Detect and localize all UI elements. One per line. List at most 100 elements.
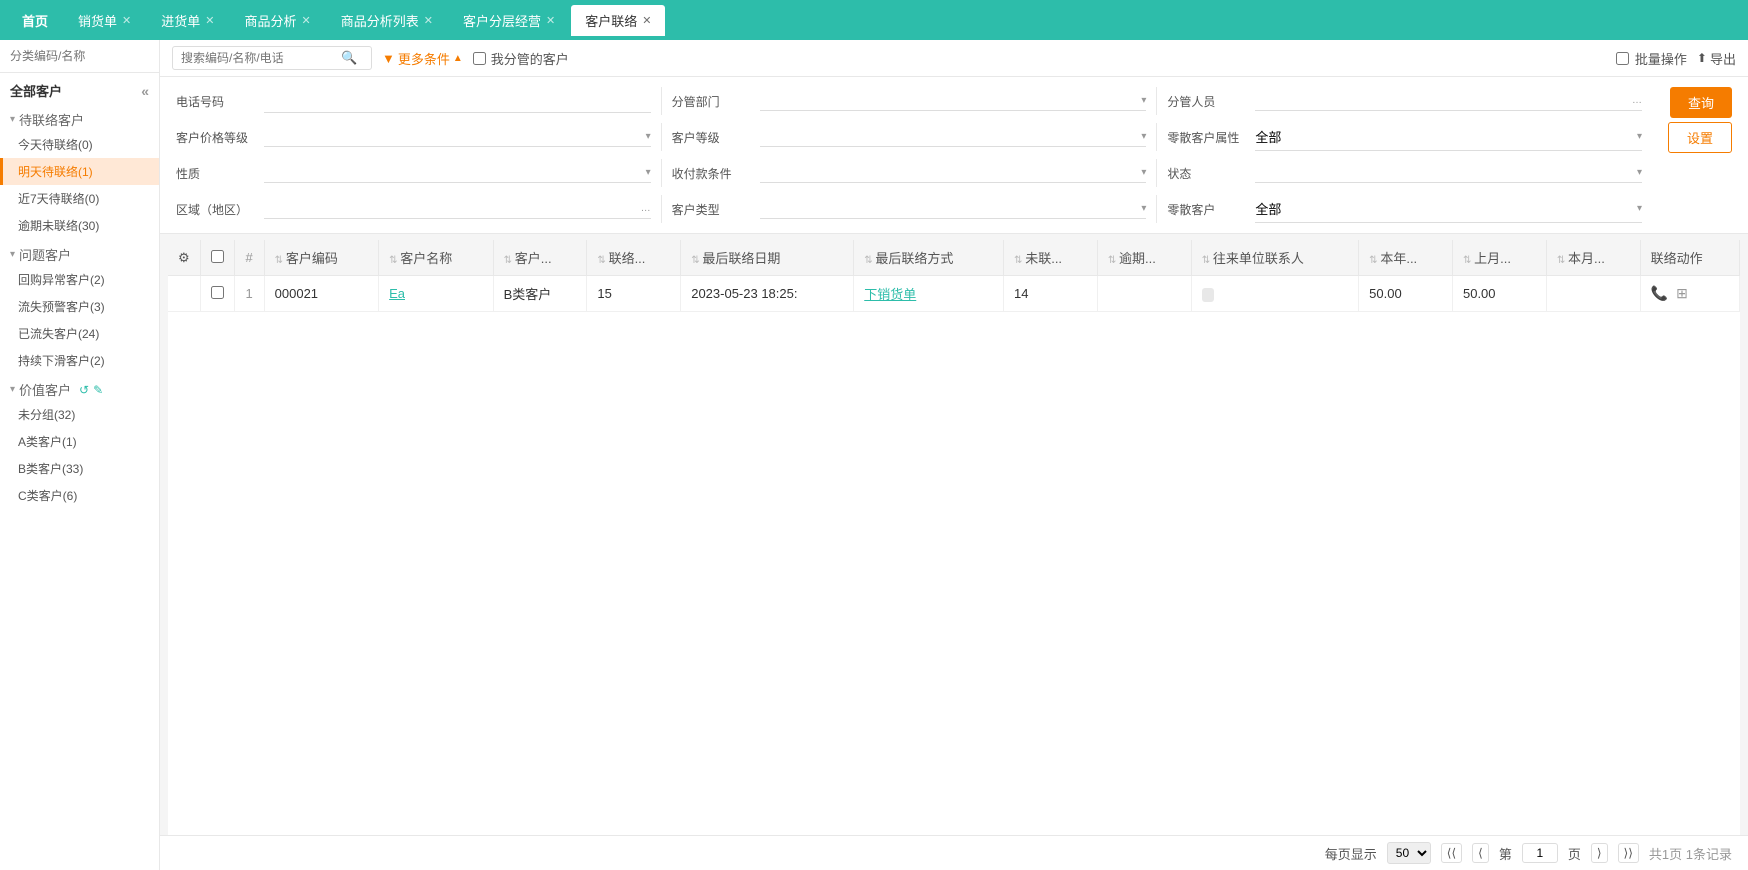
nav-home[interactable]: 首页	[8, 5, 62, 36]
divider	[661, 159, 662, 187]
page-num-input[interactable]	[1522, 843, 1558, 863]
sidebar-item-ungrouped[interactable]: 未分组(32)	[0, 401, 159, 428]
next-page-btn[interactable]: ⟩	[1591, 843, 1608, 863]
nav-customer-contact[interactable]: 客户联络 ✕	[571, 5, 665, 36]
this-year-col-header[interactable]: 本年...	[1359, 240, 1453, 276]
qr-icon[interactable]: ⊞	[1676, 285, 1688, 302]
checkbox-col-header[interactable]	[200, 240, 234, 276]
nav-product-analysis-list[interactable]: 商品分析列表 ✕	[327, 5, 447, 36]
nav-purchase-order[interactable]: 进货单 ✕	[147, 5, 228, 36]
my-customers-checkbox-area[interactable]: 我分管的客户	[473, 49, 569, 68]
unlocked-col-header[interactable]: 未联...	[1004, 240, 1098, 276]
page-label: 第	[1499, 844, 1512, 863]
set-button[interactable]: 设置	[1668, 122, 1732, 153]
action-icons: 📞 ⊞	[1651, 285, 1729, 302]
contacts-col-header[interactable]: 往来单位联系人	[1191, 240, 1358, 276]
top-navigation: 首页 销货单 ✕ 进货单 ✕ 商品分析 ✕ 商品分析列表 ✕ 客户分层经营 ✕ …	[0, 0, 1748, 40]
advanced-filter-panel: 电话号码 分管部门 ▾ 分管人员	[160, 77, 1748, 234]
group-pending-contact[interactable]: 待联络客户	[0, 104, 159, 131]
status-select[interactable]: ▾	[1255, 163, 1642, 183]
query-button[interactable]: 查询	[1670, 87, 1732, 118]
dept-select[interactable]: ▾	[760, 91, 1147, 111]
close-icon[interactable]: ✕	[205, 14, 214, 27]
sidebar-item-declining[interactable]: 持续下滑客户(2)	[0, 347, 159, 374]
customer-code-col-header[interactable]: 客户编码	[264, 240, 378, 276]
sidebar-item-class-c[interactable]: C类客户(6)	[0, 482, 159, 509]
phone-input[interactable]	[264, 90, 651, 113]
price-level-select[interactable]: ▾	[264, 127, 651, 147]
sidebar-item-7days-pending[interactable]: 近7天待联络(0)	[0, 185, 159, 212]
search-box: 🔍	[172, 46, 372, 70]
nav-product-analysis[interactable]: 商品分析 ✕	[230, 5, 324, 36]
row-checkbox[interactable]	[211, 286, 224, 299]
action-col-header: 联络动作	[1640, 240, 1739, 276]
region-select[interactable]: …	[264, 199, 651, 219]
retail-customer-select[interactable]: 全部 ▾	[1255, 195, 1642, 223]
phone-icon[interactable]: 📞	[1651, 285, 1668, 302]
row-this-month	[1546, 276, 1640, 312]
settings-col-header[interactable]: ⚙	[168, 240, 200, 276]
all-customers-header[interactable]: 全部客户 «	[0, 73, 159, 104]
main-search-input[interactable]	[181, 51, 336, 65]
row-last-contact-method[interactable]: 下销货单	[854, 276, 1004, 312]
sidebar-item-churn-warning[interactable]: 流失预警客户(3)	[0, 293, 159, 320]
batch-checkbox[interactable]	[1616, 52, 1629, 65]
row-customer-type: B类客户	[493, 276, 587, 312]
search-icon[interactable]: 🔍	[341, 50, 357, 66]
group-problem-customers[interactable]: 问题客户	[0, 239, 159, 266]
chevron-down-icon: ▾	[1637, 203, 1642, 214]
collapse-icon[interactable]: «	[141, 83, 149, 99]
row-checkbox-cell[interactable]	[200, 276, 234, 312]
filter-phone: 电话号码	[176, 90, 651, 113]
contact-count-col-header[interactable]: 联络...	[587, 240, 681, 276]
sidebar-item-class-b[interactable]: B类客户(33)	[0, 455, 159, 482]
sidebar-item-today-pending[interactable]: 今天待联络(0)	[0, 131, 159, 158]
close-icon[interactable]: ✕	[642, 14, 651, 27]
person-select[interactable]: …	[1255, 91, 1642, 111]
sidebar-item-churned[interactable]: 已流失客户(24)	[0, 320, 159, 347]
retail-attr-select[interactable]: 全部 ▾	[1255, 123, 1642, 151]
edit-icon[interactable]: ✎	[93, 383, 103, 397]
sidebar-item-overdue-pending[interactable]: 逾期未联络(30)	[0, 212, 159, 239]
row-contact-count: 15	[587, 276, 681, 312]
filter-region: 区域（地区） …	[176, 199, 651, 219]
page-size-select[interactable]: 50	[1387, 842, 1431, 864]
contact-method-link[interactable]: 下销货单	[864, 287, 916, 302]
customer-name-col-header[interactable]: 客户名称	[379, 240, 493, 276]
last-contact-date-col-header[interactable]: 最后联络日期	[681, 240, 854, 276]
sidebar-item-tomorrow-pending[interactable]: 明天待联络(1)	[0, 158, 159, 185]
nature-select[interactable]: ▾	[264, 163, 651, 183]
nav-sales-order[interactable]: 销货单 ✕	[64, 5, 145, 36]
nav-customer-segment[interactable]: 客户分层经营 ✕	[449, 5, 569, 36]
select-all-checkbox[interactable]	[211, 250, 224, 263]
this-month-col-header[interactable]: 本月...	[1546, 240, 1640, 276]
first-page-btn[interactable]: ⟨⟨	[1441, 843, 1462, 863]
close-icon[interactable]: ✕	[122, 14, 131, 27]
more-conditions-btn[interactable]: ▼ 更多条件 ▲	[382, 49, 463, 68]
sidebar-item-class-a[interactable]: A类客户(1)	[0, 428, 159, 455]
overdue-col-header[interactable]: 逾期...	[1097, 240, 1191, 276]
group-value-customers[interactable]: 价值客户 ↺ ✎	[0, 374, 159, 401]
close-icon[interactable]: ✕	[302, 14, 311, 27]
export-btn[interactable]: ⬆ 导出	[1697, 49, 1736, 68]
action-column: 查询 设置	[1652, 87, 1732, 153]
customer-name-link[interactable]: Ea	[389, 286, 405, 301]
customer-type-select[interactable]: ▾	[760, 199, 1147, 219]
filter-row-3: 性质 ▾ 收付款条件 ▾	[176, 159, 1642, 187]
sidebar-search-input[interactable]	[10, 49, 160, 63]
last-page-btn[interactable]: ⟩⟩	[1618, 843, 1639, 863]
sidebar-item-repurchase-abnormal[interactable]: 回购异常客户(2)	[0, 266, 159, 293]
payment-terms-select[interactable]: ▾	[760, 163, 1147, 183]
customer-type-col-header[interactable]: 客户...	[493, 240, 587, 276]
refresh-icon[interactable]: ↺	[79, 383, 89, 397]
batch-action-btn[interactable]: 批量操作	[1616, 49, 1687, 68]
customer-level-select[interactable]: ▾	[760, 127, 1147, 147]
prev-page-btn[interactable]: ⟨	[1472, 843, 1489, 863]
row-customer-name[interactable]: Ea	[379, 276, 493, 312]
close-icon[interactable]: ✕	[546, 14, 555, 27]
my-customers-checkbox[interactable]	[473, 52, 486, 65]
close-icon[interactable]: ✕	[424, 14, 433, 27]
filter-row-2: 客户价格等级 ▾ 客户等级 ▾	[176, 123, 1642, 151]
last-contact-method-col-header[interactable]: 最后联络方式	[854, 240, 1004, 276]
last-month-col-header[interactable]: 上月...	[1452, 240, 1546, 276]
